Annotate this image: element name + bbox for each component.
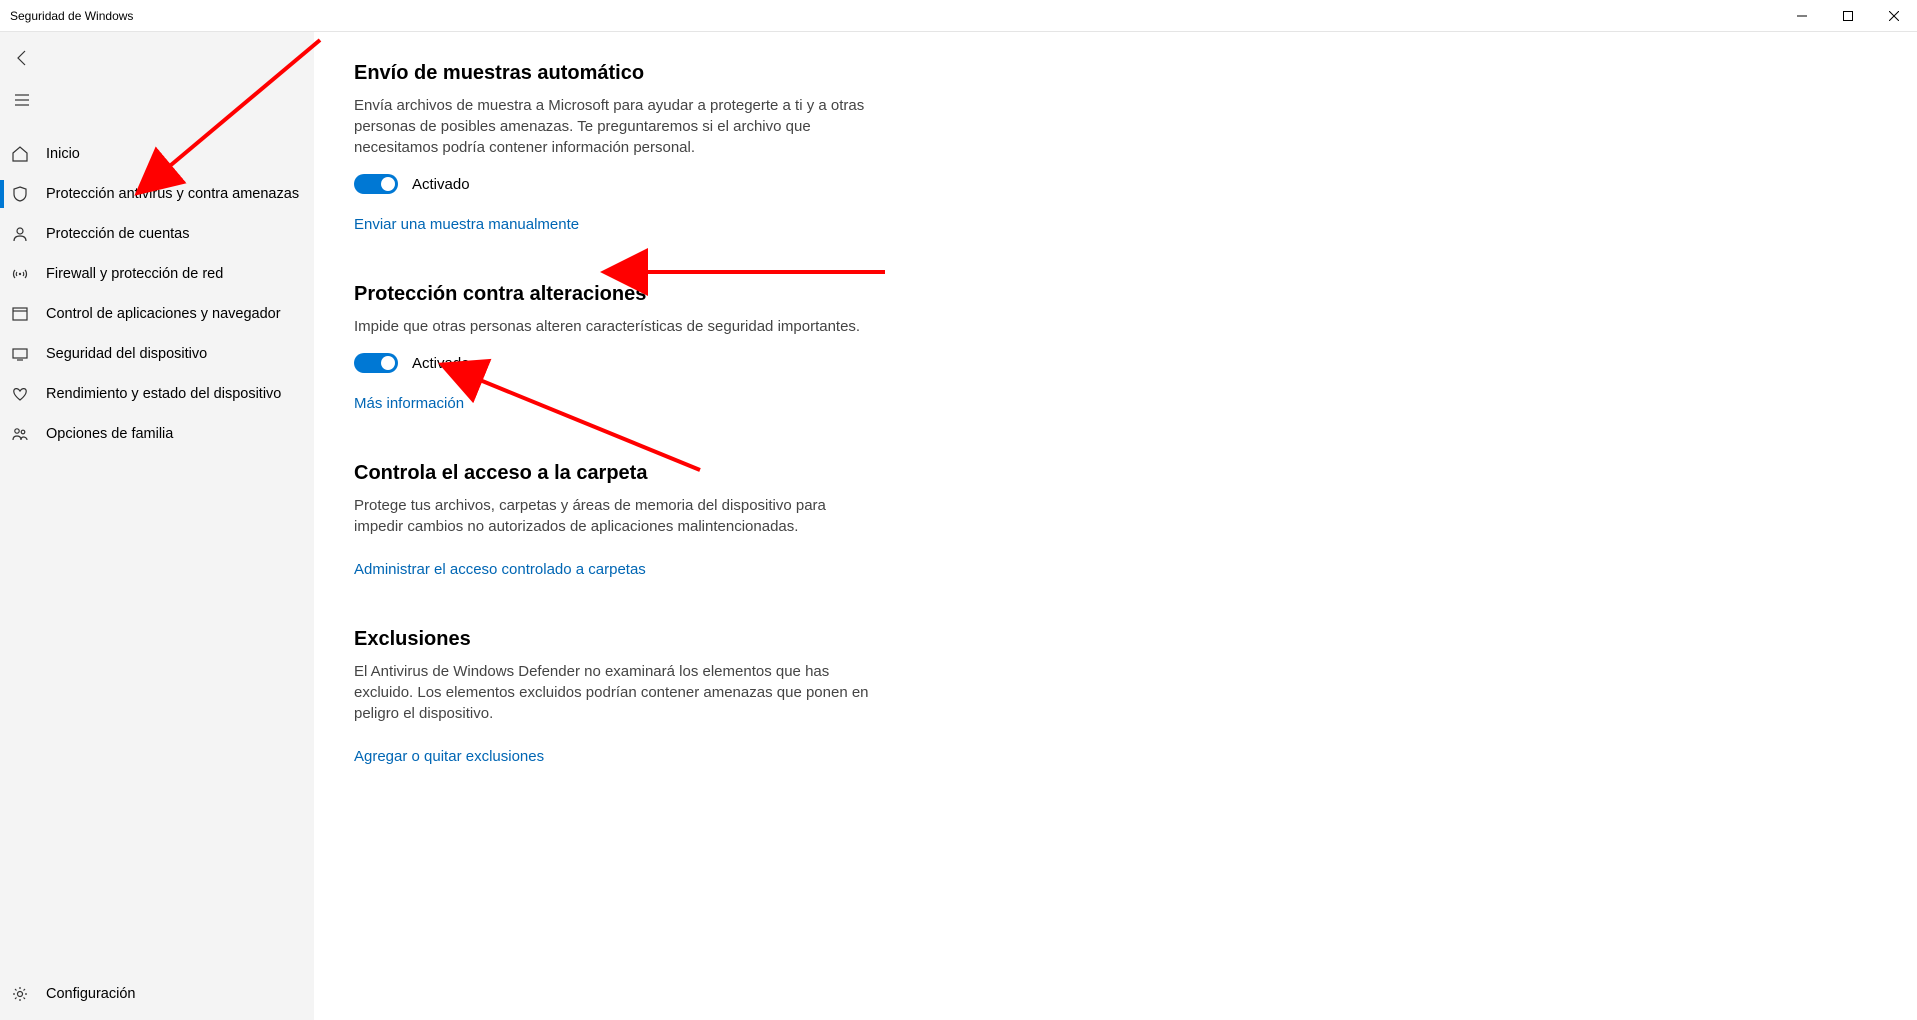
- minimize-button[interactable]: [1779, 0, 1825, 32]
- sidebar: Inicio Protección antivirus y contra ame…: [0, 32, 314, 1020]
- person-icon: [10, 224, 30, 244]
- antenna-icon: [10, 264, 30, 284]
- nav-device-security[interactable]: Seguridad del dispositivo: [0, 334, 314, 374]
- nav-label: Control de aplicaciones y navegador: [46, 306, 281, 322]
- section-desc: Impide que otras personas alteren caract…: [354, 316, 874, 337]
- toggle-tamper-protection[interactable]: [354, 353, 398, 373]
- nav-home[interactable]: Inicio: [0, 134, 314, 174]
- nav-family-options[interactable]: Opciones de familia: [0, 414, 314, 454]
- nav-virus-threat[interactable]: Protección antivirus y contra amenazas: [0, 174, 314, 214]
- link-more-info[interactable]: Más información: [354, 395, 464, 412]
- back-button[interactable]: [2, 38, 42, 78]
- nav-device-health[interactable]: Rendimiento y estado del dispositivo: [0, 374, 314, 414]
- toggle-label: Activado: [412, 355, 470, 372]
- section-desc: Envía archivos de muestra a Microsoft pa…: [354, 95, 874, 158]
- link-submit-sample[interactable]: Enviar una muestra manualmente: [354, 216, 579, 233]
- nav-account-protection[interactable]: Protección de cuentas: [0, 214, 314, 254]
- nav-label: Seguridad del dispositivo: [46, 346, 207, 362]
- nav-label: Protección antivirus y contra amenazas: [46, 186, 299, 202]
- section-tamper-protection: Protección contra alteraciones Impide qu…: [354, 283, 874, 412]
- nav-label: Protección de cuentas: [46, 226, 189, 242]
- gear-icon: [10, 984, 30, 1004]
- maximize-button[interactable]: [1825, 0, 1871, 32]
- section-desc: El Antivirus de Windows Defender no exam…: [354, 661, 874, 724]
- toggle-sample-submission[interactable]: [354, 174, 398, 194]
- section-title: Exclusiones: [354, 628, 874, 651]
- shield-icon: [10, 184, 30, 204]
- window-controls: [1779, 0, 1917, 32]
- nav-app-browser[interactable]: Control de aplicaciones y navegador: [0, 294, 314, 334]
- nav-label: Firewall y protección de red: [46, 266, 223, 282]
- section-desc: Protege tus archivos, carpetas y áreas d…: [354, 495, 874, 537]
- section-title: Protección contra alteraciones: [354, 283, 874, 306]
- section-title: Controla el acceso a la carpeta: [354, 462, 874, 485]
- section-folder-access: Controla el acceso a la carpeta Protege …: [354, 462, 874, 578]
- window-title: Seguridad de Windows: [10, 9, 133, 23]
- titlebar: Seguridad de Windows: [0, 0, 1917, 32]
- device-icon: [10, 344, 30, 364]
- nav: Inicio Protección antivirus y contra ame…: [0, 134, 314, 974]
- family-icon: [10, 424, 30, 444]
- close-button[interactable]: [1871, 0, 1917, 32]
- link-manage-folder-access[interactable]: Administrar el acceso controlado a carpe…: [354, 561, 646, 578]
- hamburger-button[interactable]: [2, 80, 42, 120]
- nav-label: Inicio: [46, 146, 80, 162]
- nav-label: Opciones de familia: [46, 426, 173, 442]
- content-area: Envío de muestras automático Envía archi…: [314, 32, 1917, 1020]
- nav-firewall[interactable]: Firewall y protección de red: [0, 254, 314, 294]
- section-title: Envío de muestras automático: [354, 62, 874, 85]
- nav-settings[interactable]: Configuración: [0, 974, 314, 1014]
- heart-icon: [10, 384, 30, 404]
- link-add-remove-exclusions[interactable]: Agregar o quitar exclusiones: [354, 748, 544, 765]
- section-exclusions: Exclusiones El Antivirus de Windows Defe…: [354, 628, 874, 765]
- nav-label: Rendimiento y estado del dispositivo: [46, 386, 281, 402]
- nav-label: Configuración: [46, 986, 135, 1002]
- window-icon: [10, 304, 30, 324]
- home-icon: [10, 144, 30, 164]
- toggle-label: Activado: [412, 176, 470, 193]
- section-sample-submission: Envío de muestras automático Envía archi…: [354, 62, 874, 233]
